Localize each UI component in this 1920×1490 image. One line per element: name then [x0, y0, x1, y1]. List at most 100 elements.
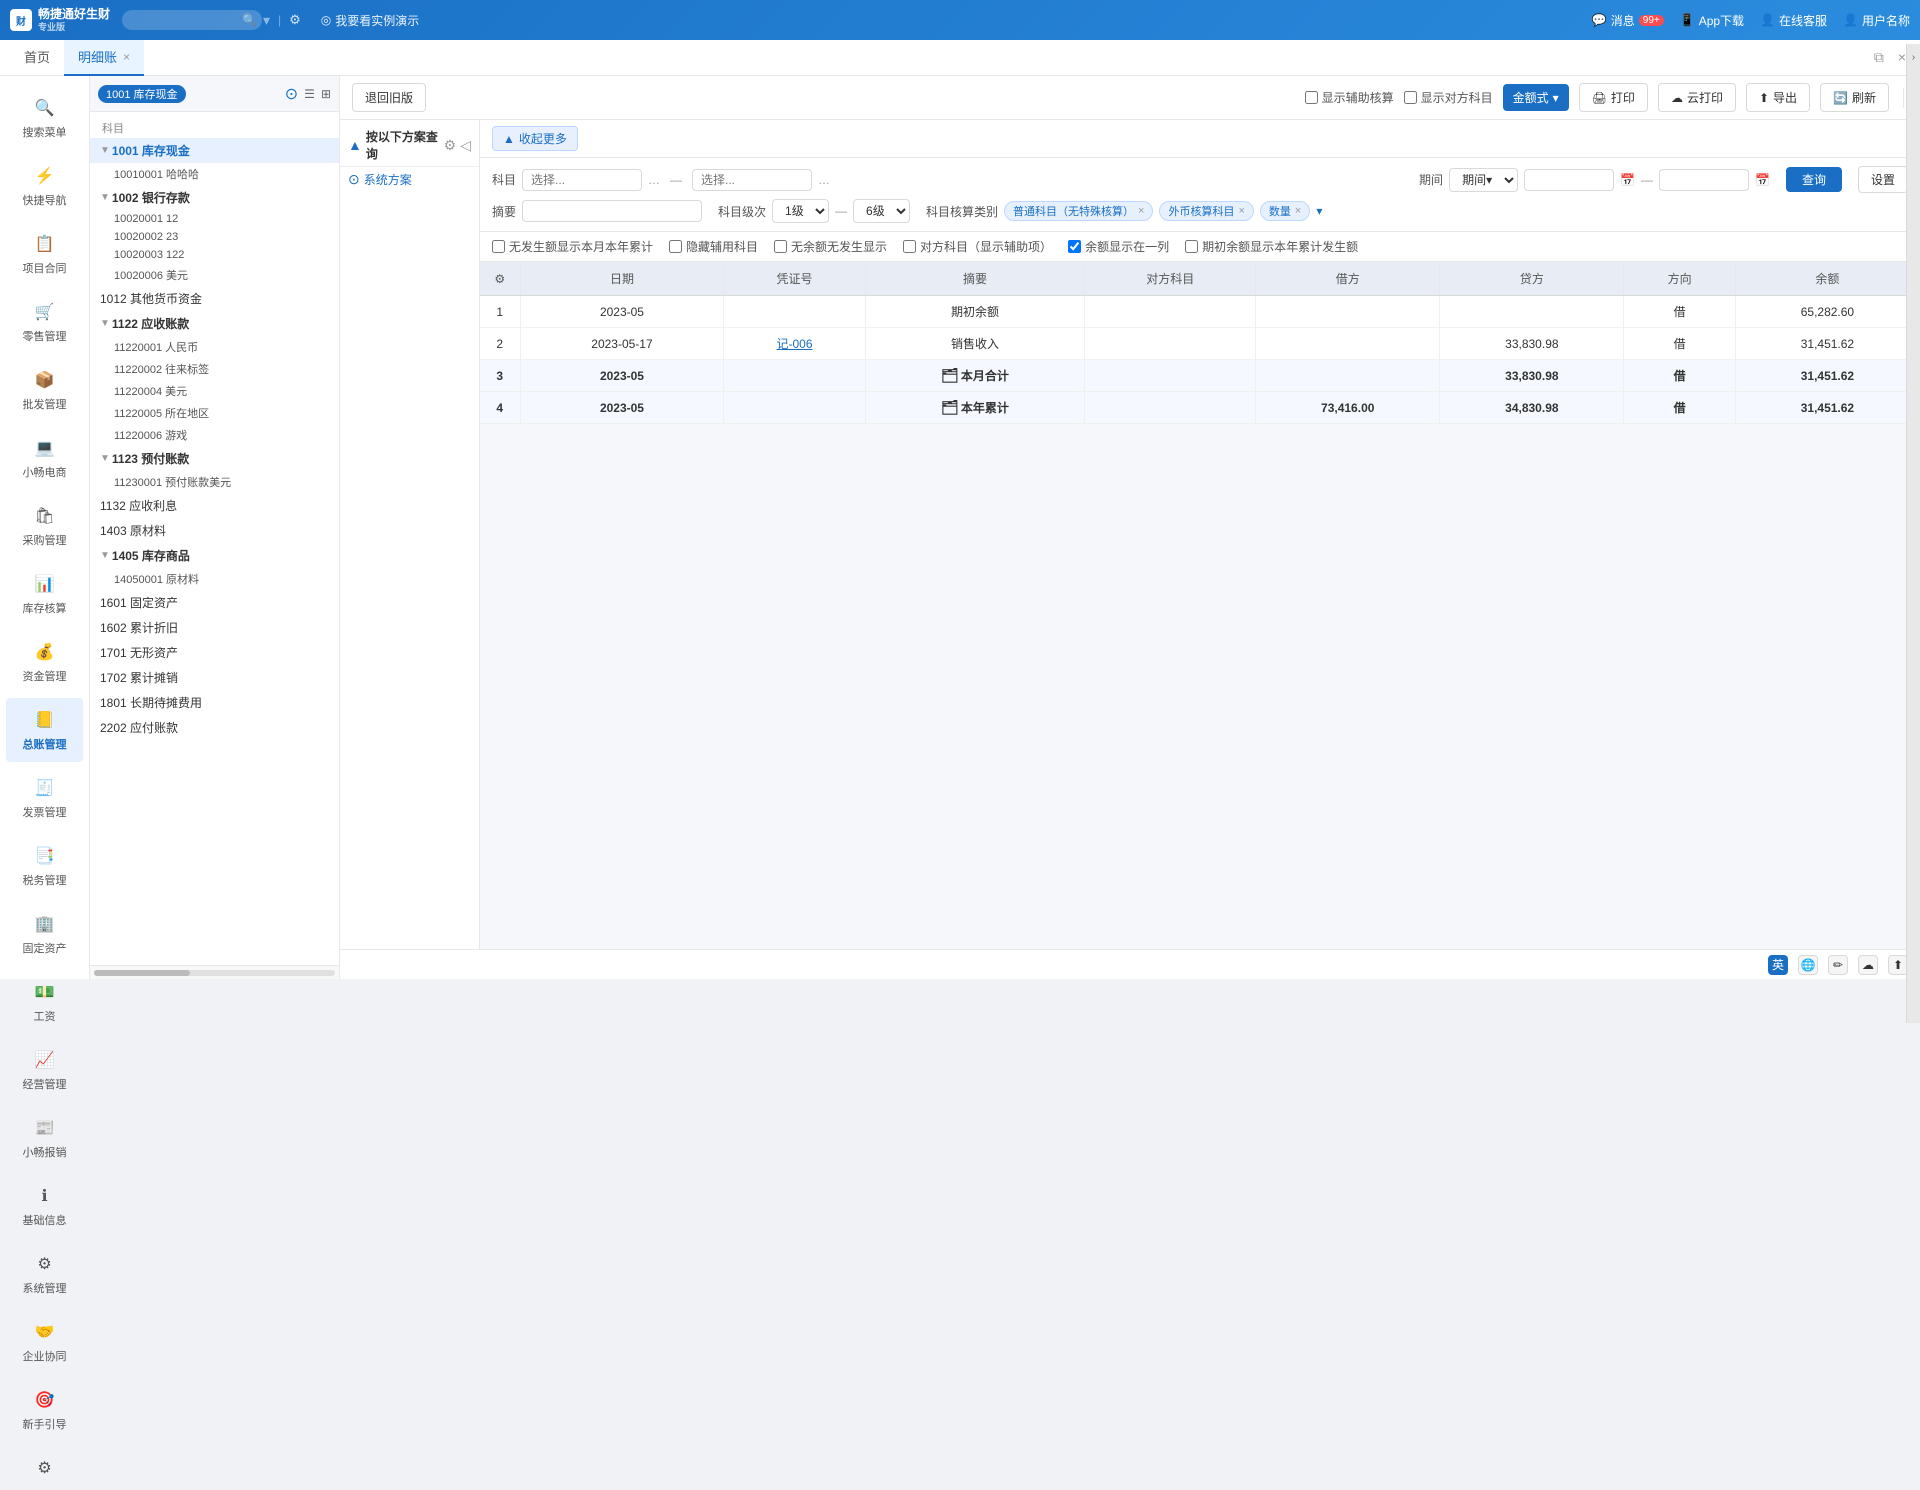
tree-item-10020006[interactable]: 10020006 美元: [90, 264, 339, 286]
tree-item-11220005[interactable]: 11220005 所在地区: [90, 402, 339, 424]
window-restore-btn[interactable]: ⧉: [1870, 49, 1888, 66]
sidebar-item-wholesale[interactable]: 📦 批发管理: [6, 358, 83, 422]
query-btn[interactable]: 查询: [1786, 167, 1842, 192]
tree-item-1701[interactable]: 1701 无形资产: [90, 640, 339, 665]
online-service-btn[interactable]: 👤 在线客服: [1760, 12, 1827, 29]
tree-item-1132[interactable]: 1132 应收利息: [90, 493, 339, 518]
navigate-btn[interactable]: ⊙: [285, 84, 298, 104]
sidebar-item-purchase[interactable]: 🛍 采购管理: [6, 494, 83, 558]
filter-scheme-item[interactable]: ⊙ 系统方案: [340, 167, 479, 192]
settings-icon[interactable]: ⚙: [444, 137, 457, 154]
sidebar-item-general[interactable]: 📒 总账管理: [6, 698, 83, 762]
remove-tag-btn[interactable]: ×: [1295, 205, 1301, 217]
cell-voucher[interactable]: 记-006: [724, 328, 865, 360]
tree-item-1002[interactable]: ▼ 1002 银行存款: [90, 185, 339, 210]
level-to-select[interactable]: 6级: [853, 199, 910, 223]
up-btn[interactable]: ⬆: [1888, 955, 1908, 975]
remove-tag-btn[interactable]: ×: [1138, 205, 1144, 217]
print-btn[interactable]: 🖨 打印: [1579, 83, 1648, 112]
period-end-input[interactable]: 2023-05: [1659, 169, 1749, 191]
sidebar-item-salary[interactable]: 💵 工资: [6, 970, 83, 1034]
translate-btn[interactable]: 英: [1768, 955, 1788, 975]
app-download-btn[interactable]: 📱 App下载: [1680, 12, 1744, 29]
horizontal-scrollbar[interactable]: [94, 970, 335, 976]
tree-item-10020003[interactable]: 10020003 122: [90, 246, 339, 264]
tree-item-10010001[interactable]: 10010001 哈哈哈: [90, 163, 339, 185]
show-contra-checkbox[interactable]: 显示对方科目: [1404, 89, 1493, 106]
tree-item-1702[interactable]: 1702 累计摊销: [90, 665, 339, 690]
user-avatar[interactable]: 👤 用户名称: [1843, 12, 1910, 29]
subject-input[interactable]: [522, 169, 642, 191]
messages-btn[interactable]: 💬 消息 99+: [1592, 12, 1664, 29]
option-opposite[interactable]: 对方科目（显示辅助项）: [903, 238, 1052, 255]
sidebar-item-search[interactable]: 🔍 搜索菜单: [6, 86, 83, 150]
right-collapse-btn[interactable]: ›: [1906, 76, 1920, 979]
sidebar-item-collab[interactable]: 🤝 企业协同: [6, 1310, 83, 1374]
add-tag-btn[interactable]: ▾: [1316, 204, 1322, 218]
option-hide-aux[interactable]: 隐藏辅用科目: [669, 238, 758, 255]
sidebar-item-guide[interactable]: 🎯 新手引导: [6, 1378, 83, 1442]
sidebar-item-base[interactable]: ℹ 基础信息: [6, 1174, 83, 1238]
sidebar-item-shortcut[interactable]: ⚡ 快捷导航: [6, 154, 83, 218]
voucher-link[interactable]: 记-006: [776, 337, 812, 351]
tree-item-1602[interactable]: 1602 累计折旧: [90, 615, 339, 640]
th-settings[interactable]: ⚙: [480, 262, 520, 296]
period-type-select[interactable]: 期间▾: [1449, 168, 1518, 192]
calendar-icon[interactable]: 📅: [1620, 173, 1635, 187]
earth-btn[interactable]: 🌐: [1798, 955, 1818, 975]
setting-btn[interactable]: 设置: [1858, 166, 1908, 193]
dropdown-icon[interactable]: ▾: [263, 12, 270, 29]
format-btn[interactable]: 金额式 ▾: [1503, 84, 1569, 111]
tree-item-1012[interactable]: 1012 其他货币资金: [90, 286, 339, 311]
show-aux-checkbox[interactable]: 显示辅助核算: [1305, 89, 1394, 106]
edit-btn[interactable]: ✏: [1828, 955, 1848, 975]
sidebar-item-inventory[interactable]: 📊 库存核算: [6, 562, 83, 626]
cloud-print-btn[interactable]: ☁ 云打印: [1658, 83, 1736, 112]
subject-input-2[interactable]: [692, 169, 812, 191]
level-from-select[interactable]: 1级: [772, 199, 829, 223]
tree-item-11220006[interactable]: 11220006 游戏: [90, 424, 339, 446]
tree-item-2202[interactable]: 2202 应付账款: [90, 715, 339, 740]
refresh-btn[interactable]: 🔄 刷新: [1820, 83, 1889, 112]
tree-item-11230001[interactable]: 11230001 预付账款美元: [90, 471, 339, 493]
grid-icon[interactable]: ⊞: [321, 87, 331, 101]
tab-ledger[interactable]: 明细账 ×: [64, 40, 144, 76]
summary-input[interactable]: [522, 200, 702, 222]
tree-item-1403[interactable]: 1403 原材料: [90, 518, 339, 543]
close-filter-icon[interactable]: ◁: [460, 137, 471, 154]
collapse-more-btn[interactable]: ▲ 收起更多: [492, 126, 578, 151]
tree-item-11220002[interactable]: 11220002 往来标签: [90, 358, 339, 380]
period-start-input[interactable]: 2023-05: [1524, 169, 1614, 191]
tree-item-1123[interactable]: ▼ 1123 预付账款: [90, 446, 339, 471]
tree-item-1405[interactable]: ▼ 1405 库存商品: [90, 543, 339, 568]
sidebar-item-report[interactable]: 📰 小畅报销: [6, 1106, 83, 1170]
tree-item-14050001[interactable]: 14050001 原材料: [90, 568, 339, 590]
sidebar-item-capital[interactable]: 💰 资金管理: [6, 630, 83, 694]
tab-close-btn[interactable]: ×: [123, 50, 130, 64]
cloud-btn[interactable]: ☁: [1858, 955, 1878, 975]
expand-icon[interactable]: ▲: [348, 137, 362, 153]
tree-item-11220004[interactable]: 11220004 美元: [90, 380, 339, 402]
sidebar-item-invoice[interactable]: 🧾 发票管理: [6, 766, 83, 830]
calendar-icon-2[interactable]: 📅: [1755, 173, 1770, 187]
export-btn[interactable]: ⬆ 导出: [1746, 83, 1810, 112]
option-period-begin[interactable]: 期初余额显示本年累计发生额: [1185, 238, 1358, 255]
tree-item-11220001[interactable]: 11220001 人民币: [90, 336, 339, 358]
demo-link[interactable]: ◎ 我要看实例演示: [321, 12, 420, 29]
gear-icon[interactable]: ⚙: [289, 12, 301, 28]
option-balance-one[interactable]: 余额显示在一列: [1068, 238, 1169, 255]
option-no-occur[interactable]: 无发生额显示本月本年累计: [492, 238, 653, 255]
more-dots[interactable]: …: [648, 173, 660, 187]
sidebar-item-retail[interactable]: 🛒 零售管理: [6, 290, 83, 354]
sidebar-item-tax[interactable]: 📑 税务管理: [6, 834, 83, 898]
sidebar-item-ecommerce[interactable]: 💻 小畅电商: [6, 426, 83, 490]
tree-item-10020001[interactable]: 10020001 12: [90, 210, 339, 228]
option-no-balance[interactable]: 无余额无发生显示: [774, 238, 887, 255]
sidebar-item-mgmt[interactable]: 📈 经营管理: [6, 1038, 83, 1102]
sidebar-item-fixed[interactable]: 🏢 固定资产: [6, 902, 83, 966]
tree-item-10020002[interactable]: 10020002 23: [90, 228, 339, 246]
tree-item-1001[interactable]: ▼ 1001 库存现金: [90, 138, 339, 163]
list-icon[interactable]: ☰: [304, 87, 315, 101]
remove-tag-btn[interactable]: ×: [1238, 205, 1244, 217]
sidebar-item-system[interactable]: ⚙ 系统管理: [6, 1242, 83, 1306]
